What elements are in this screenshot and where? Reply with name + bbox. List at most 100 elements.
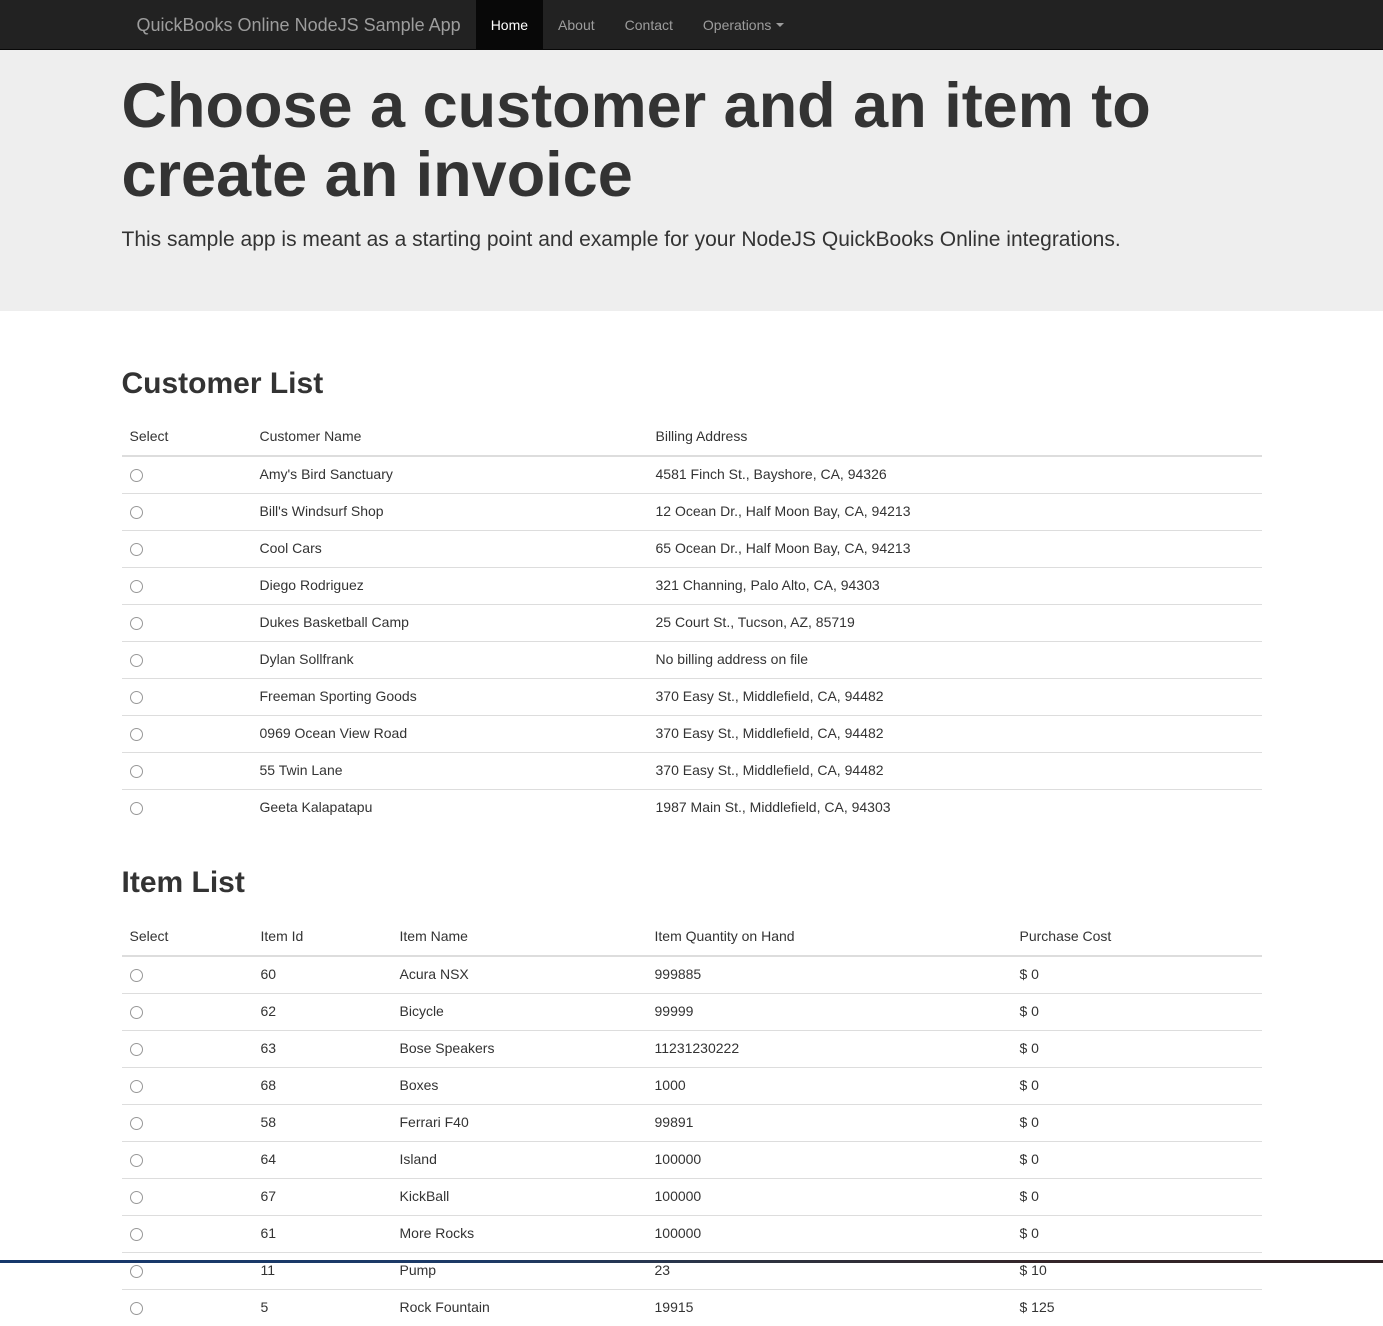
nav-item-operations-label: Operations bbox=[702, 17, 772, 33]
customer-select-cell bbox=[121, 493, 252, 531]
page-subtitle: This sample app is meant as a starting p… bbox=[121, 227, 1121, 251]
page-title: Choose a customer and an item to create … bbox=[121, 71, 1151, 211]
customer-select-radio[interactable] bbox=[129, 765, 143, 779]
customer-select-radio[interactable] bbox=[129, 728, 143, 742]
customer-table-row: Amy's Bird Sanctuary 4581 Finch St., Bay… bbox=[121, 455, 1262, 494]
customer-select-radio[interactable] bbox=[129, 617, 143, 631]
item-list-title: Item List bbox=[121, 866, 245, 900]
customer-select-cell bbox=[121, 455, 252, 494]
item-col-select: Select bbox=[121, 919, 253, 958]
item-col-name: Item Name bbox=[391, 919, 647, 958]
item-select-radio[interactable] bbox=[129, 1042, 143, 1056]
customer-table-row: Bill's Windsurf Shop 12 Ocean Dr., Half … bbox=[121, 493, 1262, 531]
navbar-nav: Home About Contact Operations bbox=[475, 0, 800, 50]
customer-select-radio[interactable] bbox=[129, 543, 143, 557]
item-col-id: Item Id bbox=[252, 919, 392, 958]
item-name-cell: KickBall bbox=[391, 1177, 647, 1216]
item-name-cell: Ferrari F40 bbox=[391, 1104, 647, 1142]
customer-billing-address-cell: 4581 Finch St., Bayshore, CA, 94326 bbox=[647, 455, 1262, 494]
item-col-quantity: Item Quantity on Hand bbox=[646, 919, 1012, 958]
item-select-radio[interactable] bbox=[129, 1264, 143, 1278]
navbar-brand[interactable]: QuickBooks Online NodeJS Sample App bbox=[122, 0, 476, 50]
item-table-row: 68 Boxes 1000 $ 0 bbox=[121, 1067, 1262, 1105]
item-select-radio[interactable] bbox=[129, 1079, 143, 1093]
customer-billing-address-cell: 25 Court St., Tucson, AZ, 85719 bbox=[647, 604, 1262, 642]
item-table-row: 61 More Rocks 100000 $ 0 bbox=[121, 1214, 1262, 1253]
customer-table-row: 0969 Ocean View Road 370 Easy St., Middl… bbox=[121, 715, 1262, 753]
item-select-radio[interactable] bbox=[129, 1227, 143, 1241]
item-id-cell: 61 bbox=[252, 1214, 392, 1253]
item-name-cell: Bose Speakers bbox=[391, 1030, 647, 1068]
item-name-cell: Boxes bbox=[391, 1067, 647, 1105]
customer-name-cell: Diego Rodriguez bbox=[251, 567, 648, 605]
item-select-radio[interactable] bbox=[129, 968, 143, 982]
customer-col-select: Select bbox=[121, 419, 252, 458]
item-select-radio[interactable] bbox=[129, 1005, 143, 1019]
customer-select-radio[interactable] bbox=[129, 691, 143, 705]
customer-select-radio[interactable] bbox=[129, 802, 143, 816]
nav-item-contact[interactable]: Contact bbox=[610, 0, 688, 50]
item-col-purchase-cost: Purchase Cost bbox=[1011, 919, 1262, 958]
customer-name-cell: Amy's Bird Sanctuary bbox=[251, 455, 648, 494]
item-name-cell: Rock Fountain bbox=[391, 1288, 647, 1326]
item-select-cell bbox=[121, 1177, 253, 1216]
item-select-cell bbox=[121, 1251, 253, 1290]
item-purchase-cost-cell: $ 0 bbox=[1011, 1141, 1262, 1179]
item-table-row: 67 KickBall 100000 $ 0 bbox=[121, 1177, 1262, 1216]
customer-name-cell: 55 Twin Lane bbox=[251, 752, 648, 790]
customer-table-row: 55 Twin Lane 370 Easy St., Middlefield, … bbox=[121, 752, 1262, 790]
item-quantity-cell: 100000 bbox=[646, 1214, 1012, 1253]
item-quantity-cell: 999885 bbox=[646, 955, 1012, 994]
customer-select-radio[interactable] bbox=[129, 580, 143, 594]
item-quantity-cell: 19915 bbox=[646, 1288, 1012, 1326]
item-id-cell: 58 bbox=[252, 1104, 392, 1142]
jumbotron: Choose a customer and an item to create … bbox=[0, 50, 1383, 311]
customer-select-radio[interactable] bbox=[129, 654, 143, 668]
item-purchase-cost-cell: $ 125 bbox=[1011, 1288, 1262, 1326]
customer-select-radio[interactable] bbox=[129, 469, 143, 483]
item-select-cell bbox=[121, 1141, 253, 1179]
nav-item-operations-dropdown[interactable]: Operations bbox=[688, 0, 799, 50]
item-select-radio[interactable] bbox=[129, 1153, 143, 1167]
customer-name-cell: Cool Cars bbox=[251, 530, 648, 568]
item-purchase-cost-cell: $ 0 bbox=[1011, 1030, 1262, 1068]
nav-item-home[interactable]: Home bbox=[475, 0, 544, 50]
customer-select-cell bbox=[121, 567, 252, 605]
customer-billing-address-cell: 1987 Main St., Middlefield, CA, 94303 bbox=[647, 789, 1262, 827]
customer-billing-address-cell: 370 Easy St., Middlefield, CA, 94482 bbox=[647, 715, 1262, 753]
item-id-cell: 67 bbox=[252, 1177, 392, 1216]
item-name-cell: Pump bbox=[391, 1251, 647, 1290]
item-select-cell bbox=[121, 1067, 253, 1105]
item-quantity-cell: 99891 bbox=[646, 1104, 1012, 1142]
customer-name-cell: Dylan Sollfrank bbox=[251, 641, 648, 679]
customer-select-cell bbox=[121, 678, 252, 716]
customer-table-row: Geeta Kalapatapu 1987 Main St., Middlefi… bbox=[121, 789, 1262, 827]
item-quantity-cell: 23 bbox=[646, 1251, 1012, 1290]
customer-select-cell bbox=[121, 752, 252, 790]
item-select-cell bbox=[121, 1030, 253, 1068]
item-select-radio[interactable] bbox=[129, 1301, 143, 1315]
item-quantity-cell: 1000 bbox=[646, 1067, 1012, 1105]
item-id-cell: 64 bbox=[252, 1141, 392, 1179]
item-name-cell: More Rocks bbox=[391, 1214, 647, 1253]
item-select-cell bbox=[121, 955, 253, 994]
item-quantity-cell: 99999 bbox=[646, 993, 1012, 1031]
item-purchase-cost-cell: $ 0 bbox=[1011, 1214, 1262, 1253]
item-select-cell bbox=[121, 1288, 253, 1326]
customer-table-header-row: Select Customer Name Billing Address bbox=[121, 419, 1262, 458]
item-id-cell: 11 bbox=[252, 1251, 392, 1290]
customer-select-radio[interactable] bbox=[129, 506, 143, 520]
item-purchase-cost-cell: $ 10 bbox=[1011, 1251, 1262, 1290]
item-table-row: 63 Bose Speakers 11231230222 $ 0 bbox=[121, 1030, 1262, 1068]
customer-select-cell bbox=[121, 789, 252, 827]
item-table-row: 58 Ferrari F40 99891 $ 0 bbox=[121, 1104, 1262, 1142]
customer-name-cell: Dukes Basketball Camp bbox=[251, 604, 648, 642]
item-name-cell: Bicycle bbox=[391, 993, 647, 1031]
customer-table-row: Dylan Sollfrank No billing address on fi… bbox=[121, 641, 1262, 679]
nav-item-about[interactable]: About bbox=[543, 0, 610, 50]
item-id-cell: 62 bbox=[252, 993, 392, 1031]
item-name-cell: Acura NSX bbox=[391, 955, 647, 994]
item-select-radio[interactable] bbox=[129, 1190, 143, 1204]
item-name-cell: Island bbox=[391, 1141, 647, 1179]
item-select-radio[interactable] bbox=[129, 1116, 143, 1130]
